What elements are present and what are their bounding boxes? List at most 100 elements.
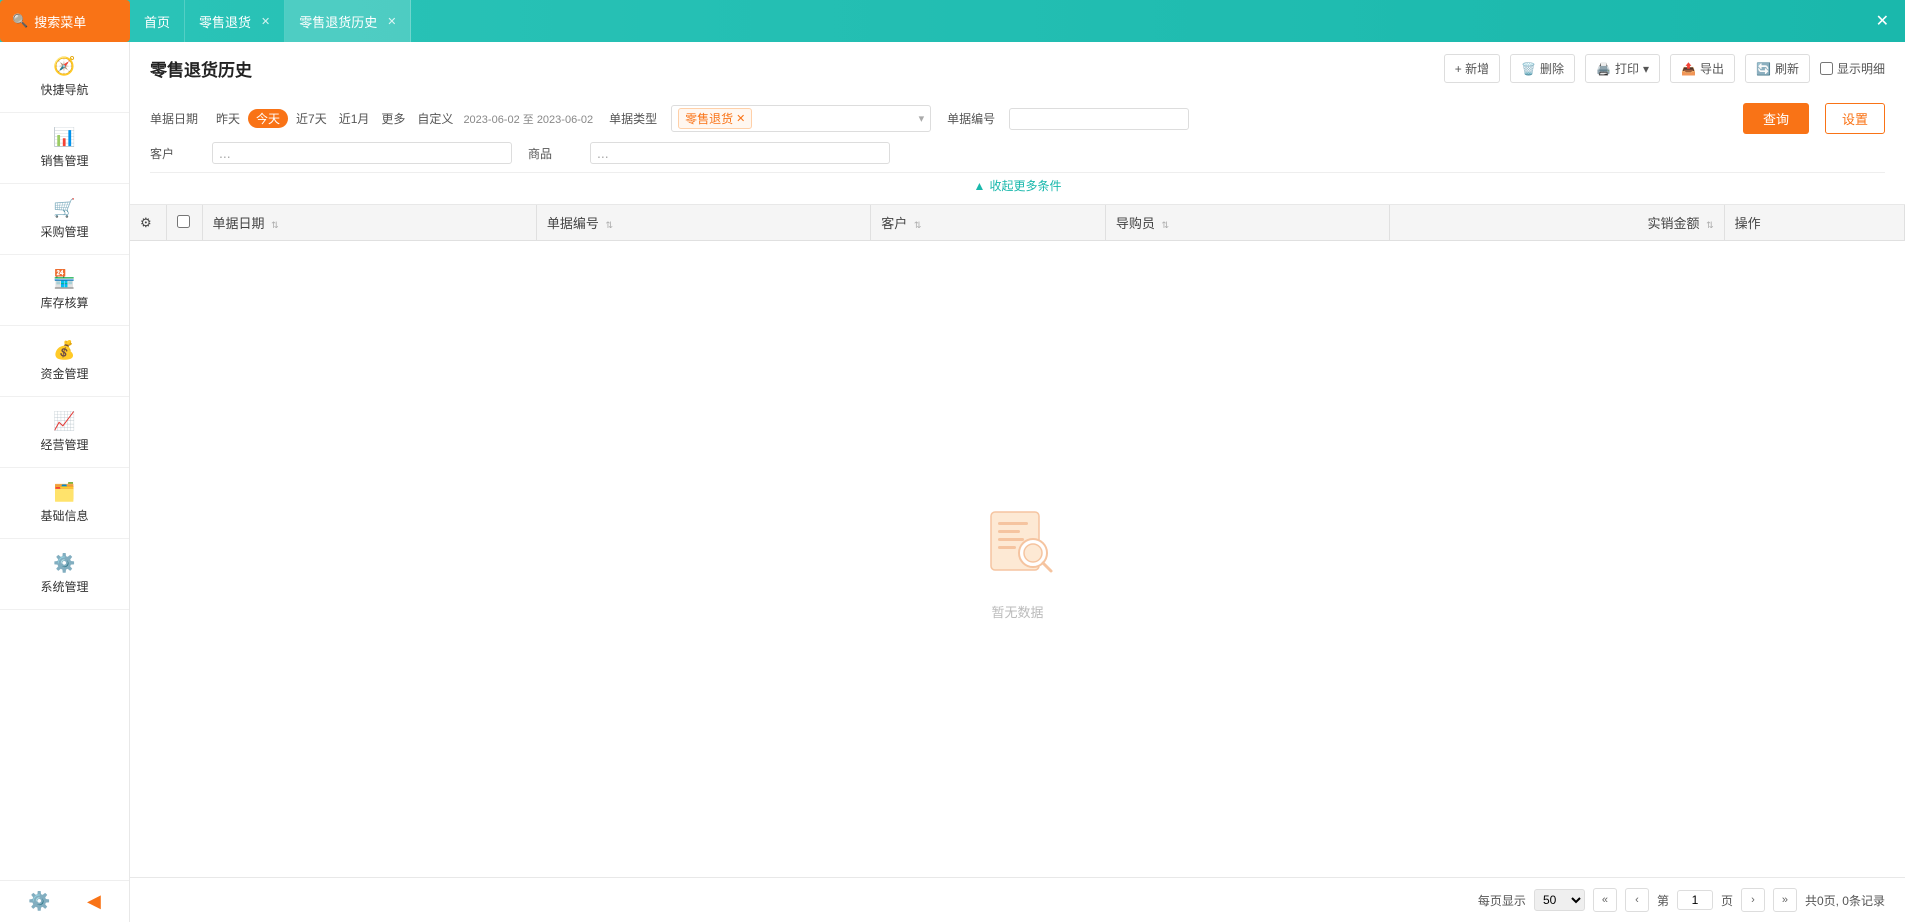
- page-number-input[interactable]: [1677, 890, 1713, 910]
- window-close-button[interactable]: ✕: [1860, 0, 1905, 42]
- collapse-label: 收起更多条件: [989, 177, 1061, 194]
- delete-button[interactable]: 🗑️ 删除: [1510, 54, 1575, 83]
- page-prev-button[interactable]: ‹: [1625, 888, 1649, 912]
- print-chevron-icon: ▾: [1643, 62, 1649, 76]
- sidebar-item-sales-label: 销售管理: [40, 152, 88, 169]
- type-tag-container[interactable]: 零售退货 ✕ ▾: [671, 105, 931, 132]
- sidebar-item-inventory[interactable]: 🏪 库存核算: [0, 255, 129, 326]
- show-detail-text: 显示明细: [1837, 60, 1885, 77]
- query-button[interactable]: 查询: [1743, 103, 1809, 134]
- filter-row-1: 单据日期 昨天 今天 近7天 近1月 更多 自定义 2023-06-02 至 2…: [150, 103, 1885, 134]
- page-size-select[interactable]: 50 10 20 100: [1534, 889, 1585, 911]
- refresh-button[interactable]: 🔄 刷新: [1745, 54, 1810, 83]
- type-tag: 零售退货 ✕: [678, 108, 752, 129]
- content-area: 零售退货历史 + 新增 🗑️ 删除 🖨️ 打印 ▾ 📤 导出: [130, 42, 1905, 922]
- goods-input-container[interactable]: ...: [590, 142, 890, 164]
- sidebar-collapse-icon[interactable]: ◀: [87, 891, 101, 912]
- tab-retail-return-history-label: 零售退货历史: [299, 12, 377, 31]
- customer-dots: ...: [219, 145, 231, 161]
- refresh-label: 刷新: [1775, 60, 1799, 77]
- export-button[interactable]: 📤 导出: [1670, 54, 1735, 83]
- filter-row-2: 客户 ... 商品 ...: [150, 142, 1885, 164]
- col-action-label: 操作: [1735, 216, 1761, 231]
- date-btn-yesterday[interactable]: 昨天: [212, 109, 244, 128]
- col-guide-label: 导购员: [1116, 216, 1155, 231]
- sidebar-item-system[interactable]: ⚙️ 系统管理: [0, 539, 129, 610]
- delete-label: 删除: [1540, 60, 1564, 77]
- toolbar: + 新增 🗑️ 删除 🖨️ 打印 ▾ 📤 导出: [1444, 54, 1885, 83]
- date-btn-more[interactable]: 更多: [377, 109, 409, 128]
- page-next-button[interactable]: ›: [1741, 888, 1765, 912]
- setting-button[interactable]: 设置: [1825, 103, 1885, 134]
- page-first-button[interactable]: «: [1593, 888, 1617, 912]
- col-amount-label: 实销金额: [1647, 216, 1699, 231]
- col-customer-sort-icon[interactable]: ⇅: [914, 220, 922, 230]
- date-filter: 单据日期 昨天 今天 近7天 近1月 更多 自定义 2023-06-02 至 2…: [150, 109, 593, 128]
- sidebar-item-finance-label: 资金管理: [40, 365, 88, 382]
- print-button[interactable]: 🖨️ 打印 ▾: [1585, 54, 1660, 83]
- show-detail-checkbox[interactable]: [1820, 62, 1833, 75]
- table-settings-icon[interactable]: ⚙: [140, 215, 152, 230]
- sidebar-item-system-label: 系统管理: [40, 578, 88, 595]
- empty-illustration: [973, 498, 1063, 588]
- sidebar-item-operations[interactable]: 📈 经营管理: [0, 397, 129, 468]
- tab-retail-return-history[interactable]: 零售退货历史 ✕: [285, 0, 411, 42]
- tab-home[interactable]: 首页: [130, 0, 185, 42]
- col-number-label: 单据编号: [547, 216, 599, 231]
- search-menu-label: 搜索菜单: [34, 12, 86, 31]
- tab-home-label: 首页: [144, 12, 170, 31]
- page-last-button[interactable]: »: [1773, 888, 1797, 912]
- sidebar-item-finance[interactable]: 💰 资金管理: [0, 326, 129, 397]
- sidebar-item-quick-nav[interactable]: 🧭 快捷导航: [0, 42, 129, 113]
- customer-filter-label: 客户: [150, 145, 206, 162]
- basic-info-icon: 🗂️: [53, 482, 75, 503]
- export-label: 导出: [1700, 60, 1724, 77]
- print-label: 打印: [1615, 60, 1639, 77]
- col-amount-sort-icon[interactable]: ⇅: [1706, 220, 1714, 230]
- empty-text: 暂无数据: [991, 602, 1043, 621]
- tab-retail-return-close[interactable]: ✕: [261, 15, 270, 28]
- date-btn-today[interactable]: 今天: [248, 109, 288, 128]
- date-btn-1month[interactable]: 近1月: [335, 109, 374, 128]
- col-guide-sort-icon[interactable]: ⇅: [1161, 220, 1169, 230]
- sidebar-settings-icon[interactable]: ⚙️: [28, 891, 50, 912]
- date-range-display: 2023-06-02 至 2023-06-02: [463, 111, 593, 127]
- col-checkbox[interactable]: [166, 205, 202, 241]
- refresh-icon: 🔄: [1756, 62, 1771, 76]
- print-icon: 🖨️: [1596, 62, 1611, 76]
- date-btn-custom[interactable]: 自定义: [413, 109, 457, 128]
- sidebar-item-purchase[interactable]: 🛒 采购管理: [0, 184, 129, 255]
- col-date: 单据日期 ⇅: [202, 205, 536, 241]
- tab-retail-return-label: 零售退货: [199, 12, 251, 31]
- sidebar-item-inventory-label: 库存核算: [40, 294, 88, 311]
- page-header: 零售退货历史 + 新增 🗑️ 删除 🖨️ 打印 ▾ 📤 导出: [130, 42, 1905, 205]
- collapse-button[interactable]: ▲ 收起更多条件: [150, 172, 1885, 198]
- sidebar-item-purchase-label: 采购管理: [40, 223, 88, 240]
- date-filter-label: 单据日期: [150, 110, 206, 127]
- type-tag-remove[interactable]: ✕: [736, 112, 745, 125]
- search-icon: 🔍: [12, 13, 28, 29]
- col-date-sort-icon[interactable]: ⇅: [271, 220, 279, 230]
- sidebar: 🧭 快捷导航 📊 销售管理 🛒 采购管理 🏪 库存核算 💰 资金管理 📈 经营管…: [0, 42, 130, 922]
- col-guide: 导购员 ⇅: [1105, 205, 1389, 241]
- col-settings[interactable]: ⚙: [130, 205, 166, 241]
- col-number: 单据编号 ⇅: [536, 205, 870, 241]
- purchase-icon: 🛒: [53, 198, 75, 219]
- date-btn-7days[interactable]: 近7天: [292, 109, 331, 128]
- select-all-checkbox[interactable]: [177, 215, 190, 228]
- tab-retail-return[interactable]: 零售退货 ✕: [185, 0, 285, 42]
- operations-icon: 📈: [53, 411, 75, 432]
- sidebar-item-sales[interactable]: 📊 销售管理: [0, 113, 129, 184]
- sidebar-item-basic-info[interactable]: 🗂️ 基础信息: [0, 468, 129, 539]
- filter-area: 单据日期 昨天 今天 近7天 近1月 更多 自定义 2023-06-02 至 2…: [150, 93, 1885, 204]
- table-area: ⚙ 单据日期 ⇅ 单据编号 ⇅: [130, 205, 1905, 877]
- customer-input-container[interactable]: ...: [212, 142, 512, 164]
- col-number-sort-icon[interactable]: ⇅: [605, 220, 613, 230]
- goods-filter-label: 商品: [528, 145, 584, 162]
- number-filter-input[interactable]: [1009, 108, 1189, 130]
- add-button[interactable]: + 新增: [1444, 54, 1500, 83]
- tab-retail-return-history-close[interactable]: ✕: [387, 15, 396, 28]
- search-menu-button[interactable]: 🔍 搜索菜单: [0, 0, 130, 42]
- page-label: 第: [1657, 892, 1669, 909]
- page-suffix: 页: [1721, 892, 1733, 909]
